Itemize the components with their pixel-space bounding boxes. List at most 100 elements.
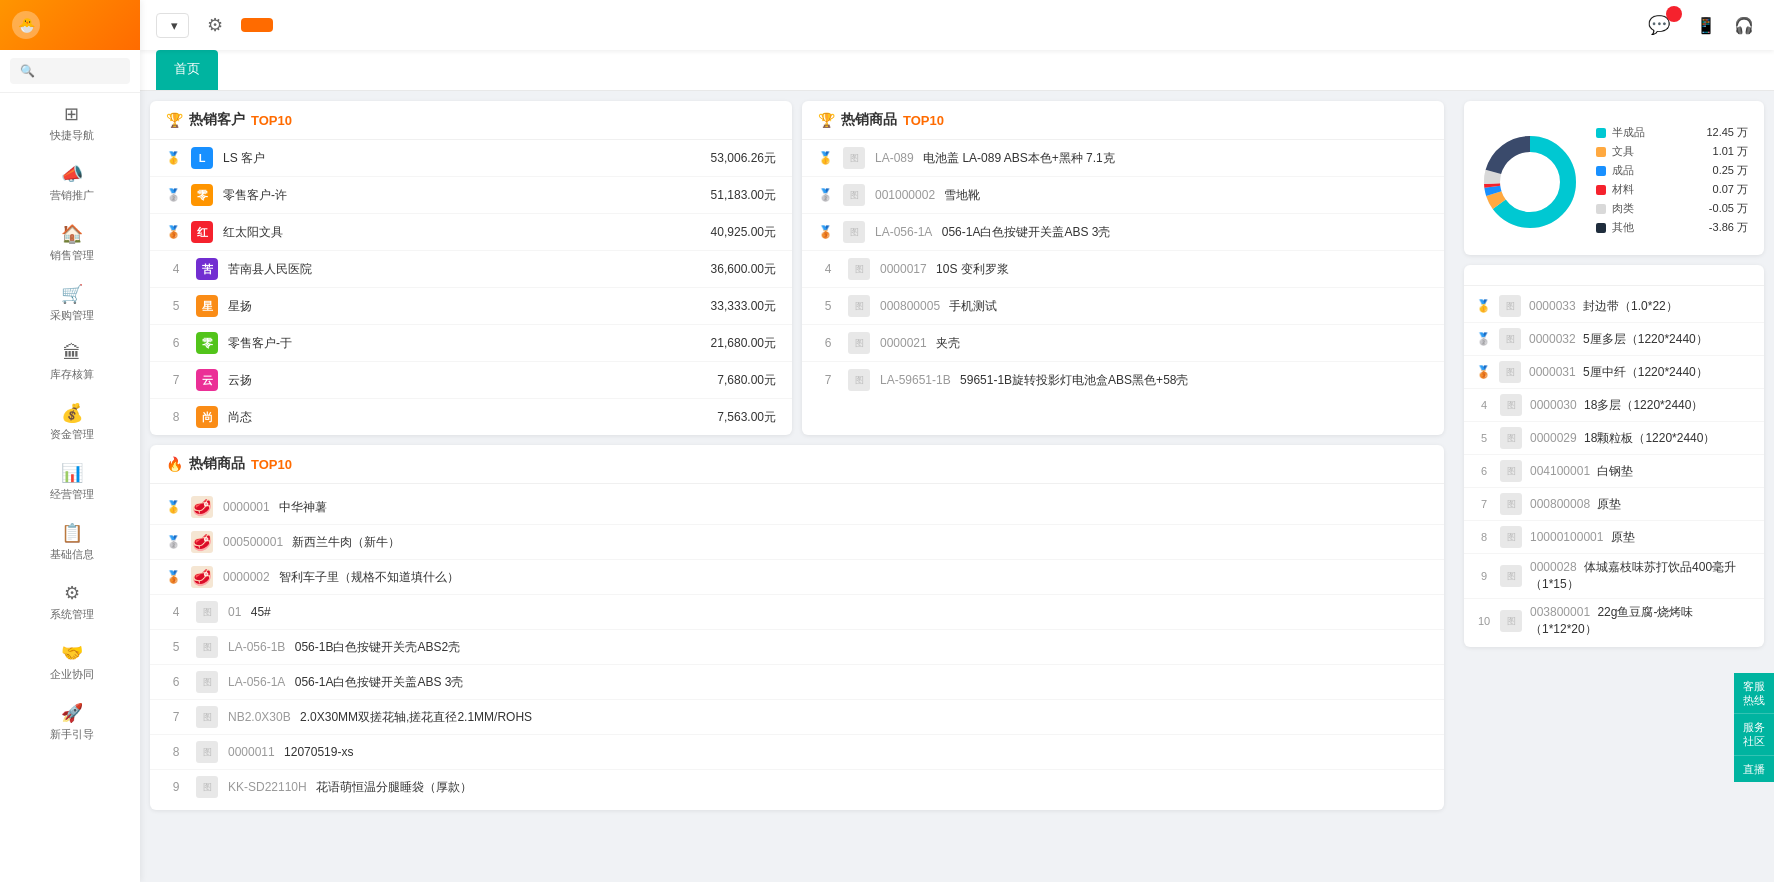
settings-button[interactable]: ⚙ — [199, 9, 231, 41]
system-title-dropdown[interactable]: ▾ — [156, 13, 189, 38]
customer-avatar: 云 — [196, 369, 218, 391]
tab-首页[interactable]: 首页 — [156, 50, 218, 90]
customer-name: 零售客户-于 — [228, 335, 701, 352]
customer-avatar: 苦 — [196, 258, 218, 280]
nav-icon: 📊 — [61, 462, 83, 484]
product-code: 0000029 — [1530, 431, 1577, 445]
sidebar-item-系统管理[interactable]: ⚙系统管理 — [0, 572, 140, 632]
product-thumb: 图 — [843, 221, 865, 243]
sidebar-item-资金管理[interactable]: 💰资金管理 — [0, 392, 140, 452]
product-code: NB2.0X30B — [228, 710, 291, 724]
medal-icon: 🥈 — [818, 188, 833, 202]
float-btn-客服热线[interactable]: 客服 热线 — [1734, 673, 1774, 715]
hot-product-item: 9 图 KK-SD22110H 花语萌恒温分腿睡袋（厚款） — [150, 770, 1444, 804]
product-info: 001000002 雪地靴 — [875, 187, 1428, 204]
new-products-list: 🥇 图 0000033 封边带（1.0*22） 🥈 图 0000032 5厘多层… — [1464, 286, 1764, 647]
legend-name: 肉类 — [1612, 201, 1703, 216]
product-name: 004100001 白钢垫 — [1530, 463, 1752, 480]
product-thumb: 图 — [196, 636, 218, 658]
new-products-card: 🥇 图 0000033 封边带（1.0*22） 🥈 图 0000032 5厘多层… — [1464, 265, 1764, 647]
sidebar-item-新手引导[interactable]: 🚀新手引导 — [0, 692, 140, 752]
rank-num: 8 — [166, 745, 186, 759]
product-code: 0000031 — [1529, 365, 1576, 379]
sidebar-item-销售管理[interactable]: 🏠销售管理 — [0, 213, 140, 273]
top-product-right-item: 🥉 图 LA-056-1A 056-1A白色按键开关盖ABS 3壳 — [802, 214, 1444, 251]
inventory-chart-label — [1464, 247, 1764, 255]
product-code: 0000021 — [880, 336, 927, 350]
legend-dot — [1596, 223, 1606, 233]
product-info: LA-056-1B 056-1B白色按键开关壳ABS2壳 — [228, 639, 1428, 656]
nav-icon: 🚀 — [61, 702, 83, 724]
product-name: 夹壳 — [936, 336, 960, 350]
float-btn-直播[interactable]: 直播 — [1734, 756, 1774, 782]
search-menu-button[interactable]: 🔍 — [10, 58, 130, 84]
nav-icon: 🛒 — [61, 283, 83, 305]
customer-list-item: 6 零 零售客户-于 21,680.00元 — [150, 325, 792, 362]
product-code: LA-056-1B — [228, 640, 285, 654]
sidebar-item-基础信息[interactable]: 📋基础信息 — [0, 512, 140, 572]
product-info: 000800005 手机测试 — [880, 298, 1428, 315]
product-thumb: 图 — [1500, 526, 1522, 548]
product-thumb: 图 — [848, 332, 870, 354]
top-customers-header: 🏆 热销客户 TOP10 — [150, 101, 792, 140]
rank-num: 6 — [166, 675, 186, 689]
rank-num: 7 — [818, 373, 838, 387]
hot-product-item: 🥇 🥩 0000001 中华神薯 — [150, 490, 1444, 525]
app-download-button[interactable]: 📱 — [1696, 16, 1720, 35]
customer-amount: 53,006.26元 — [711, 150, 776, 167]
product-thumb: 图 — [196, 706, 218, 728]
product-name: 0000032 5厘多层（1220*2440） — [1529, 331, 1752, 348]
product-thumb: 图 — [1499, 295, 1521, 317]
rank-num: 5 — [1476, 432, 1492, 444]
logo-icon: 🐣 — [12, 11, 40, 39]
nav-label: 基础信息 — [50, 547, 94, 562]
customer-name: 云扬 — [228, 372, 707, 389]
legend-name: 半成品 — [1612, 125, 1700, 140]
try-plan-button[interactable] — [241, 18, 273, 32]
customer-name: 红太阳文具 — [223, 224, 701, 241]
rank-num: 7 — [166, 373, 186, 387]
product-info: 0000011 12070519-xs — [228, 745, 1428, 759]
product-label: 封边带（1.0*22） — [1583, 299, 1678, 313]
sidebar-item-采购管理[interactable]: 🛒采购管理 — [0, 273, 140, 333]
product-name: 雪地靴 — [944, 188, 980, 202]
hot-products-subtitle: TOP10 — [251, 457, 292, 472]
medal-icon: 🥉 — [166, 225, 181, 239]
customer-name: LS 客户 — [223, 150, 701, 167]
product-code: LA-59651-1B — [880, 373, 951, 387]
sidebar-item-快捷导航[interactable]: ⊞快捷导航 — [0, 93, 140, 153]
notifications-button[interactable]: 💬 — [1648, 14, 1674, 36]
legend-dot — [1596, 128, 1606, 138]
online-service-button[interactable]: 🎧 — [1734, 16, 1758, 35]
product-thumb: 图 — [1500, 394, 1522, 416]
nav-label: 快捷导航 — [50, 128, 94, 143]
rank-num: 5 — [166, 640, 186, 654]
nav-icon: ⚙ — [64, 582, 80, 604]
nav-label: 库存核算 — [50, 367, 94, 382]
top-products-right-header: 🏆 热销商品 TOP10 — [802, 101, 1444, 140]
sidebar-item-企业协同[interactable]: 🤝企业协同 — [0, 632, 140, 692]
product-thumb: 图 — [843, 184, 865, 206]
rank-num: 4 — [166, 605, 186, 619]
product-name: 手机测试 — [949, 299, 997, 313]
product-code: 003800001 — [1530, 605, 1590, 619]
hot-product-item: 4 图 01 45# — [150, 595, 1444, 630]
inventory-card: 半成品 12.45 万 文具 1.01 万 成品 0.25 万 材料 0.07 … — [1464, 101, 1764, 255]
customer-list-item: 4 苦 苦南县人民医院 36,600.00元 — [150, 251, 792, 288]
new-product-item: 4 图 0000030 18多层（1220*2440） — [1464, 389, 1764, 422]
header-actions: 💬 📱 🎧 — [1648, 14, 1758, 36]
product-code: 0000032 — [1529, 332, 1576, 346]
sidebar-item-经营管理[interactable]: 📊经营管理 — [0, 452, 140, 512]
top-products-right-subtitle: TOP10 — [903, 113, 944, 128]
product-thumb: 图 — [1499, 361, 1521, 383]
legend-dot — [1596, 166, 1606, 176]
top-customers-title: 热销客户 — [189, 111, 245, 129]
legend-value: -3.86 万 — [1709, 220, 1748, 235]
sidebar-item-营销推广[interactable]: 📣营销推广 — [0, 153, 140, 213]
medal-icon: 🥈 — [166, 188, 181, 202]
product-code: 0000030 — [1530, 398, 1577, 412]
float-btn-服务社区[interactable]: 服务 社区 — [1734, 714, 1774, 756]
legend-value: 0.07 万 — [1713, 182, 1748, 197]
customer-amount: 33,333.00元 — [711, 298, 776, 315]
sidebar-item-库存核算[interactable]: 🏛库存核算 — [0, 333, 140, 392]
